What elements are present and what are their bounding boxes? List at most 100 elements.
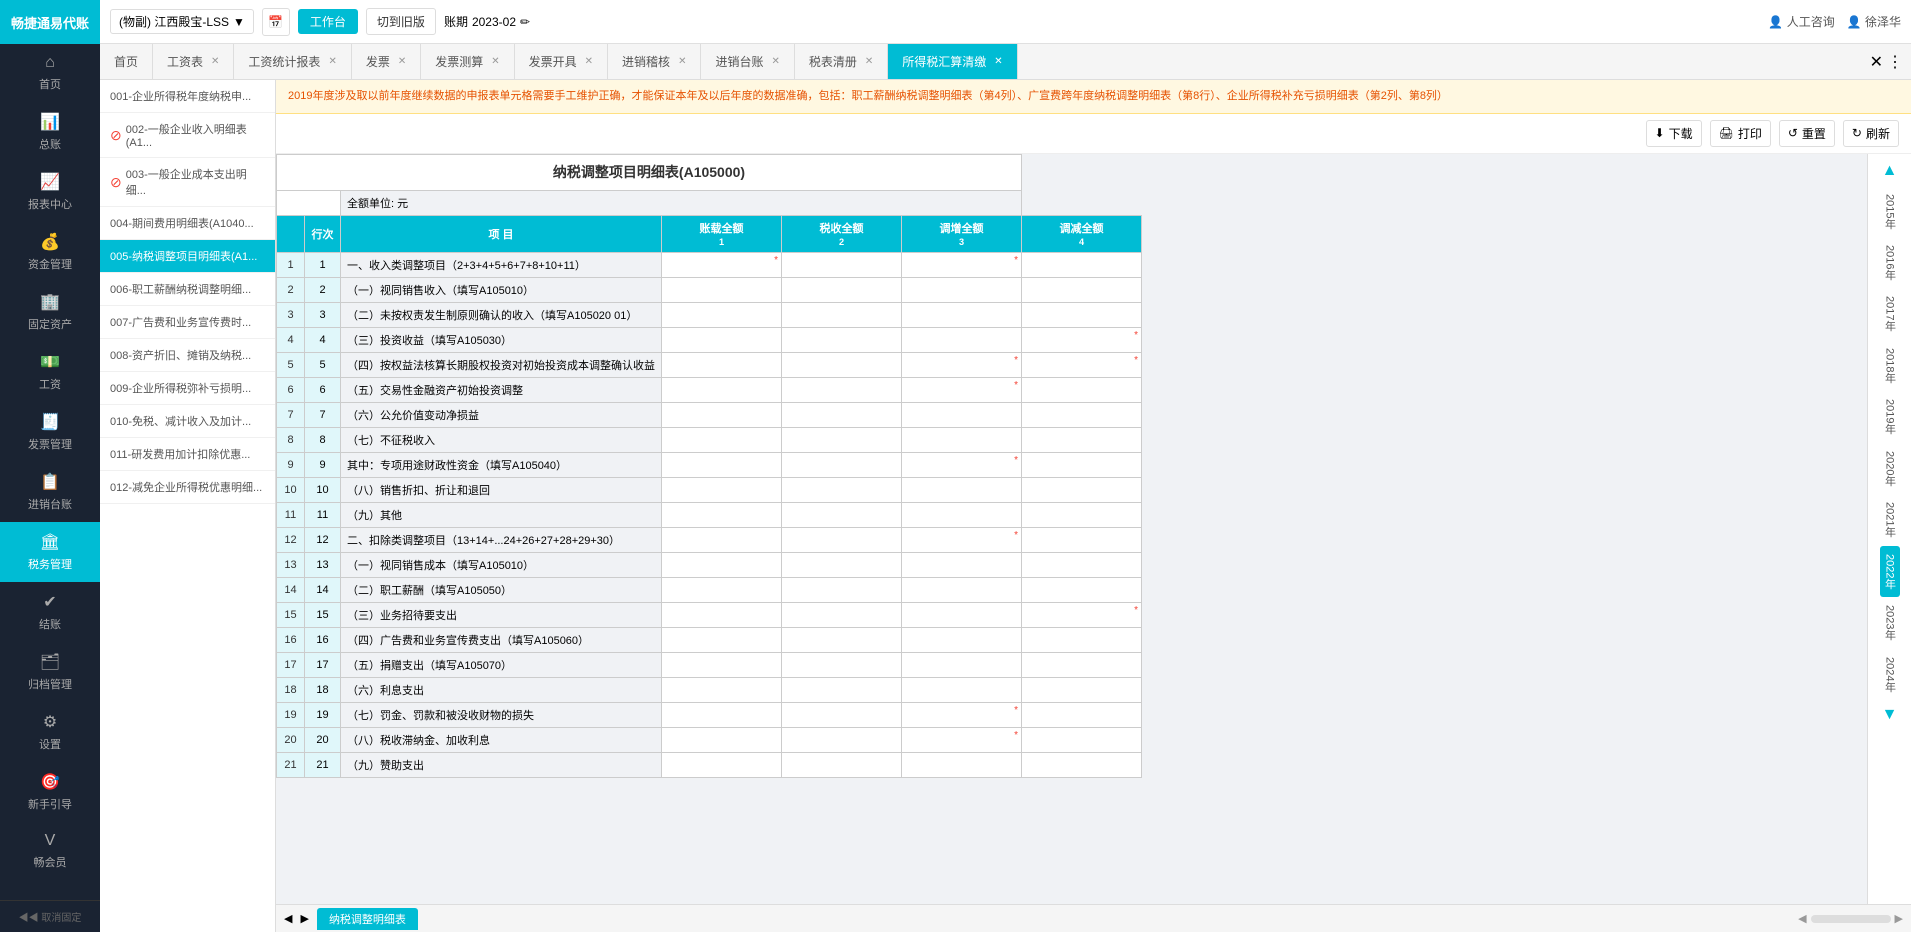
- cell-4-c2[interactable]: [782, 352, 902, 377]
- cell-12-c1[interactable]: [662, 552, 782, 577]
- sidebar-item-salary[interactable]: 💵工资: [0, 342, 100, 402]
- sidebar-item-tax[interactable]: 🏛税务管理: [0, 522, 100, 582]
- left-panel-item-9[interactable]: 010-免税、减计收入及加计...: [100, 405, 275, 438]
- cell-11-c4[interactable]: [1022, 527, 1142, 552]
- cell-5-c3[interactable]: *: [902, 377, 1022, 402]
- year-btn-2015年[interactable]: 2015年: [1880, 186, 1900, 237]
- sidebar-footer[interactable]: ◀◀ 取消固定: [0, 900, 100, 932]
- cell-15-c1[interactable]: [662, 627, 782, 652]
- bottom-tab[interactable]: 纳税调整明细表: [317, 908, 418, 930]
- cell-8-c2[interactable]: [782, 452, 902, 477]
- year-btn-2022年[interactable]: 2022年: [1880, 546, 1900, 597]
- year-btn-2016年[interactable]: 2016年: [1880, 237, 1900, 288]
- year-btn-2019年[interactable]: 2019年: [1880, 391, 1900, 442]
- sidebar-item-settings[interactable]: ⚙设置: [0, 702, 100, 762]
- cell-15-c4[interactable]: [1022, 627, 1142, 652]
- left-panel-item-5[interactable]: 006-职工薪酬纳税调整明细...: [100, 273, 275, 306]
- left-panel-item-2[interactable]: ⊘003-一般企业成本支出明细...: [100, 158, 275, 207]
- refresh-button[interactable]: ↻ 刷新: [1843, 120, 1899, 147]
- cell-2-c2[interactable]: [782, 302, 902, 327]
- cell-18-c2[interactable]: [782, 702, 902, 727]
- left-panel-item-8[interactable]: 009-企业所得税弥补亏损明...: [100, 372, 275, 405]
- cell-1-c2[interactable]: [782, 277, 902, 302]
- cell-5-c4[interactable]: [1022, 377, 1142, 402]
- cell-7-c1[interactable]: [662, 427, 782, 452]
- cell-14-c3[interactable]: [902, 602, 1022, 627]
- cell-14-c1[interactable]: [662, 602, 782, 627]
- cell-9-c3[interactable]: [902, 477, 1022, 502]
- cell-20-c2[interactable]: [782, 752, 902, 777]
- cell-4-c4[interactable]: *: [1022, 352, 1142, 377]
- cell-0-c2[interactable]: [782, 252, 902, 277]
- year-btn-2017年[interactable]: 2017年: [1880, 288, 1900, 339]
- cell-1-c4[interactable]: [1022, 277, 1142, 302]
- sidebar-item-ledger[interactable]: 📊总账: [0, 102, 100, 162]
- cell-3-c2[interactable]: [782, 327, 902, 352]
- cell-0-c3[interactable]: *: [902, 252, 1022, 277]
- left-panel-item-7[interactable]: 008-资产折旧、摊销及纳税...: [100, 339, 275, 372]
- nav-tab-3[interactable]: 发票✕: [352, 44, 421, 80]
- cell-8-c1[interactable]: [662, 452, 782, 477]
- nav-tab-8[interactable]: 税表清册✕: [795, 44, 888, 80]
- nav-tab-2[interactable]: 工资统计报表✕: [234, 44, 351, 80]
- year-btn-2023年[interactable]: 2023年: [1880, 597, 1900, 648]
- year-btn-2021年[interactable]: 2021年: [1880, 494, 1900, 545]
- user-avatar[interactable]: 👤 徐泽华: [1847, 13, 1901, 30]
- cell-3-c3[interactable]: [902, 327, 1022, 352]
- sidebar-item-invoice[interactable]: 🧾发票管理: [0, 402, 100, 462]
- cell-5-c2[interactable]: [782, 377, 902, 402]
- cell-17-c2[interactable]: [782, 677, 902, 702]
- nav-tab-1[interactable]: 工资表✕: [153, 44, 234, 80]
- year-scroll-up[interactable]: ▲: [1878, 158, 1902, 184]
- tab-close-4[interactable]: ✕: [491, 56, 499, 67]
- print-button[interactable]: 🖨 打印: [1710, 120, 1771, 147]
- cell-5-c1[interactable]: [662, 377, 782, 402]
- cell-2-c3[interactable]: [902, 302, 1022, 327]
- cell-10-c3[interactable]: [902, 502, 1022, 527]
- sheet-nav-left[interactable]: ◀: [284, 912, 292, 925]
- cell-18-c4[interactable]: [1022, 702, 1142, 727]
- cell-19-c1[interactable]: [662, 727, 782, 752]
- nav-tab-9[interactable]: 所得税汇算清缴✕: [888, 44, 1017, 80]
- switch-old-button[interactable]: 切到旧版: [366, 8, 436, 35]
- cell-17-c4[interactable]: [1022, 677, 1142, 702]
- cell-20-c1[interactable]: [662, 752, 782, 777]
- cell-7-c4[interactable]: [1022, 427, 1142, 452]
- sidebar-item-home[interactable]: ⌂首页: [0, 44, 100, 102]
- nav-more-icon[interactable]: ⋮: [1887, 52, 1903, 72]
- tab-close-5[interactable]: ✕: [585, 56, 593, 67]
- tab-close-9[interactable]: ✕: [994, 56, 1002, 67]
- left-panel-item-1[interactable]: ⊘002-一般企业收入明细表(A1...: [100, 113, 275, 158]
- cell-13-c2[interactable]: [782, 577, 902, 602]
- cell-3-c1[interactable]: [662, 327, 782, 352]
- cell-4-c3[interactable]: *: [902, 352, 1022, 377]
- nav-tab-4[interactable]: 发票测算✕: [421, 44, 514, 80]
- tab-close-2[interactable]: ✕: [328, 56, 336, 67]
- cell-19-c3[interactable]: *: [902, 727, 1022, 752]
- cell-8-c4[interactable]: [1022, 452, 1142, 477]
- cell-9-c2[interactable]: [782, 477, 902, 502]
- cell-7-c2[interactable]: [782, 427, 902, 452]
- calendar-icon-btn[interactable]: 📅: [262, 8, 290, 36]
- year-scroll-down[interactable]: ▼: [1878, 702, 1902, 728]
- download-button[interactable]: ⬇ 下载: [1646, 120, 1702, 147]
- close-tab-icon[interactable]: ✕: [1870, 52, 1883, 72]
- left-panel-item-3[interactable]: 004-期间费用明细表(A1040...: [100, 207, 275, 240]
- sidebar-item-member[interactable]: V畅会员: [0, 822, 100, 880]
- cell-17-c3[interactable]: [902, 677, 1022, 702]
- cell-15-c3[interactable]: [902, 627, 1022, 652]
- year-btn-2018年[interactable]: 2018年: [1880, 340, 1900, 391]
- cell-0-c4[interactable]: [1022, 252, 1142, 277]
- sheet-nav-right[interactable]: ▶: [300, 912, 308, 925]
- left-panel-item-10[interactable]: 011-研发费用加计扣除优惠...: [100, 438, 275, 471]
- cell-12-c4[interactable]: [1022, 552, 1142, 577]
- cell-11-c2[interactable]: [782, 527, 902, 552]
- tab-close-6[interactable]: ✕: [678, 56, 686, 67]
- cell-2-c4[interactable]: [1022, 302, 1142, 327]
- cell-10-c2[interactable]: [782, 502, 902, 527]
- cell-18-c1[interactable]: [662, 702, 782, 727]
- cell-19-c4[interactable]: [1022, 727, 1142, 752]
- tab-close-3[interactable]: ✕: [398, 56, 406, 67]
- cell-19-c2[interactable]: [782, 727, 902, 752]
- sidebar-item-purchase[interactable]: 📋进销台账: [0, 462, 100, 522]
